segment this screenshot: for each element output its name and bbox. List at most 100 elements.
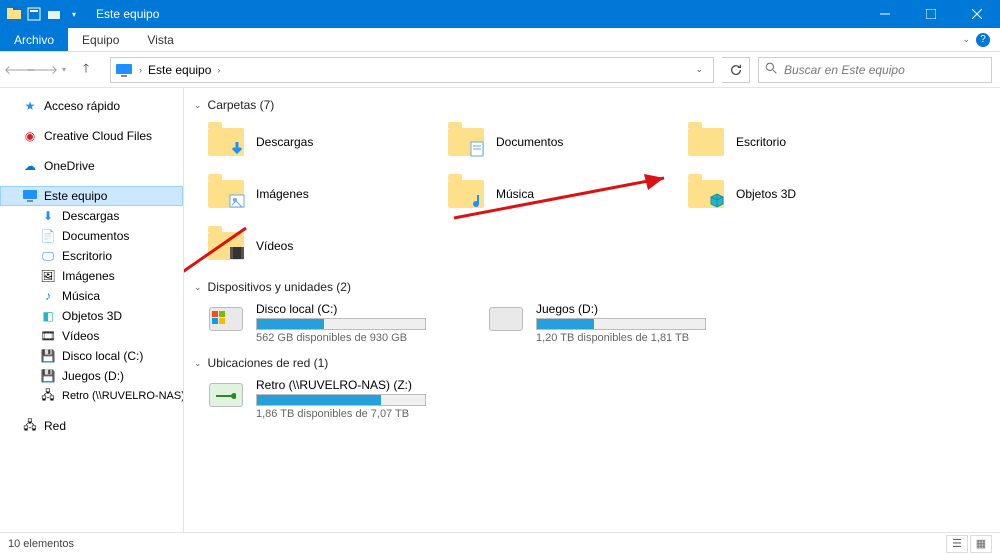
nav-net-z[interactable]: 🖧Retro (\\RUVELRO-NAS) (Z:): [0, 386, 183, 406]
drive-capacity-bar: [536, 318, 706, 330]
history-dropdown-icon[interactable]: ▾: [54, 60, 74, 80]
maximize-button[interactable]: [908, 0, 954, 28]
nav-desktop[interactable]: 🖵Escritorio: [0, 246, 183, 266]
breadcrumb[interactable]: Este equipo: [148, 63, 211, 77]
ribbon: Archivo Equipo Vista ⌄ ?: [0, 28, 1000, 52]
group-folders-header[interactable]: ⌄ Carpetas (7): [194, 98, 990, 112]
group-netloc-header[interactable]: ⌄ Ubicaciones de red (1): [194, 356, 990, 370]
folder-icon: [446, 125, 486, 159]
folder-label: Música: [496, 187, 534, 201]
content-pane[interactable]: ⌄ Carpetas (7) Descargas Documentos Escr…: [184, 88, 1000, 532]
folder-label: Objetos 3D: [736, 187, 796, 201]
network-icon: 🖧: [22, 418, 38, 434]
folder-icon: [206, 229, 246, 263]
folder-item[interactable]: Imágenes: [206, 172, 436, 216]
drive-free-text: 1,20 TB disponibles de 1,81 TB: [536, 332, 706, 344]
folder-item[interactable]: Música: [446, 172, 676, 216]
chevron-right-icon[interactable]: ›: [217, 65, 220, 75]
navigation-tree[interactable]: ★ Acceso rápido ◉ Creative Cloud Files ☁…: [0, 88, 184, 532]
chevron-down-icon[interactable]: ⌄: [194, 100, 202, 111]
chevron-down-icon[interactable]: ⌄: [194, 282, 202, 293]
nav-disk-c[interactable]: 💾Disco local (C:): [0, 346, 183, 366]
address-bar[interactable]: › Este equipo › ⌄: [110, 57, 714, 83]
folder-icon: [446, 177, 486, 211]
qat-newfolder-icon[interactable]: [46, 6, 62, 22]
search-input[interactable]: Buscar en Este equipo: [758, 57, 992, 83]
chevron-down-icon[interactable]: ⌄: [194, 358, 202, 369]
drive-free-text: 562 GB disponibles de 930 GB: [256, 332, 426, 344]
folder-icon: [206, 125, 246, 159]
netdrive-icon: 🖧: [40, 388, 56, 404]
drive-capacity-bar: [256, 318, 426, 330]
nav-3d-objects[interactable]: ◧Objetos 3D: [0, 306, 183, 326]
titlebar[interactable]: ▾ Este equipo: [0, 0, 1000, 28]
disk-icon: 💾: [40, 348, 56, 364]
folder-icon: [686, 125, 726, 159]
nav-creative-cloud[interactable]: ◉ Creative Cloud Files: [0, 126, 183, 146]
nav-downloads[interactable]: ⬇Descargas: [0, 206, 183, 226]
tab-vista[interactable]: Vista: [133, 28, 187, 51]
address-dropdown-icon[interactable]: ⌄: [695, 64, 703, 75]
view-tiles-button[interactable]: ▦: [970, 535, 992, 553]
folder-item[interactable]: Vídeos: [206, 224, 436, 268]
drive-icon: [206, 378, 246, 412]
tab-file[interactable]: Archivo: [0, 28, 68, 51]
picture-icon: 🖼: [40, 268, 56, 284]
status-bar: 10 elementos ☰ ▦: [0, 532, 1000, 554]
folder-label: Escritorio: [736, 135, 786, 149]
doc-icon: 📄: [40, 228, 56, 244]
nav-disk-d[interactable]: 💾Juegos (D:): [0, 366, 183, 386]
refresh-button[interactable]: [722, 57, 750, 83]
view-details-button[interactable]: ☰: [946, 535, 968, 553]
nav-documents[interactable]: 📄Documentos: [0, 226, 183, 246]
folder-item[interactable]: Documentos: [446, 120, 676, 164]
pc-icon: [22, 188, 38, 204]
forward-button[interactable]: 🡒: [32, 60, 52, 80]
download-icon: ⬇: [40, 208, 56, 224]
nav-onedrive[interactable]: ☁ OneDrive: [0, 156, 183, 176]
folder-item[interactable]: Escritorio: [686, 120, 916, 164]
star-icon: ★: [22, 98, 38, 114]
folder-label: Vídeos: [256, 239, 293, 253]
this-pc-icon: [115, 63, 133, 77]
drive-item[interactable]: Retro (\\RUVELRO-NAS) (Z:) 1,86 TB dispo…: [206, 378, 506, 420]
drive-item[interactable]: Disco local (C:) 562 GB disponibles de 9…: [206, 302, 466, 344]
search-placeholder: Buscar en Este equipo: [784, 63, 905, 77]
nav-music[interactable]: ♪Música: [0, 286, 183, 306]
folder-icon: [686, 177, 726, 211]
drive-icon: [486, 302, 526, 336]
folder-item[interactable]: Objetos 3D: [686, 172, 916, 216]
minimize-button[interactable]: [862, 0, 908, 28]
explorer-icon: [6, 6, 22, 22]
help-icon[interactable]: ?: [976, 33, 990, 47]
onedrive-icon: ☁: [22, 158, 38, 174]
qat-properties-icon[interactable]: [26, 6, 42, 22]
close-button[interactable]: [954, 0, 1000, 28]
up-button[interactable]: 🡑: [76, 60, 96, 80]
qat-dropdown-icon[interactable]: ▾: [66, 6, 82, 22]
disk-icon: 💾: [40, 368, 56, 384]
search-icon: [765, 62, 778, 78]
nav-videos[interactable]: 🎞Vídeos: [0, 326, 183, 346]
drive-label: Juegos (D:): [536, 302, 706, 316]
tab-equipo[interactable]: Equipo: [68, 28, 133, 51]
drive-capacity-bar: [256, 394, 426, 406]
desktop-icon: 🖵: [40, 248, 56, 264]
folder-item[interactable]: Descargas: [206, 120, 436, 164]
folder-label: Documentos: [496, 135, 563, 149]
folder-icon: [206, 177, 246, 211]
nav-network[interactable]: 🖧 Red: [0, 416, 183, 436]
folder-label: Imágenes: [256, 187, 309, 201]
chevron-right-icon[interactable]: ›: [139, 65, 142, 75]
drive-free-text: 1,86 TB disponibles de 7,07 TB: [256, 408, 426, 420]
navigation-row: 🡐 🡒 ▾ 🡑 › Este equipo › ⌄ Buscar en Este…: [0, 52, 1000, 88]
nav-pictures[interactable]: 🖼Imágenes: [0, 266, 183, 286]
ribbon-expand-icon[interactable]: ⌄: [962, 34, 970, 45]
drive-label: Disco local (C:): [256, 302, 426, 316]
cube-icon: ◧: [40, 308, 56, 324]
nav-this-pc[interactable]: Este equipo: [0, 186, 183, 206]
group-drives-header[interactable]: ⌄ Dispositivos y unidades (2): [194, 280, 990, 294]
drive-item[interactable]: Juegos (D:) 1,20 TB disponibles de 1,81 …: [486, 302, 746, 344]
nav-quick-access[interactable]: ★ Acceso rápido: [0, 96, 183, 116]
cloud-icon: ◉: [22, 128, 38, 144]
